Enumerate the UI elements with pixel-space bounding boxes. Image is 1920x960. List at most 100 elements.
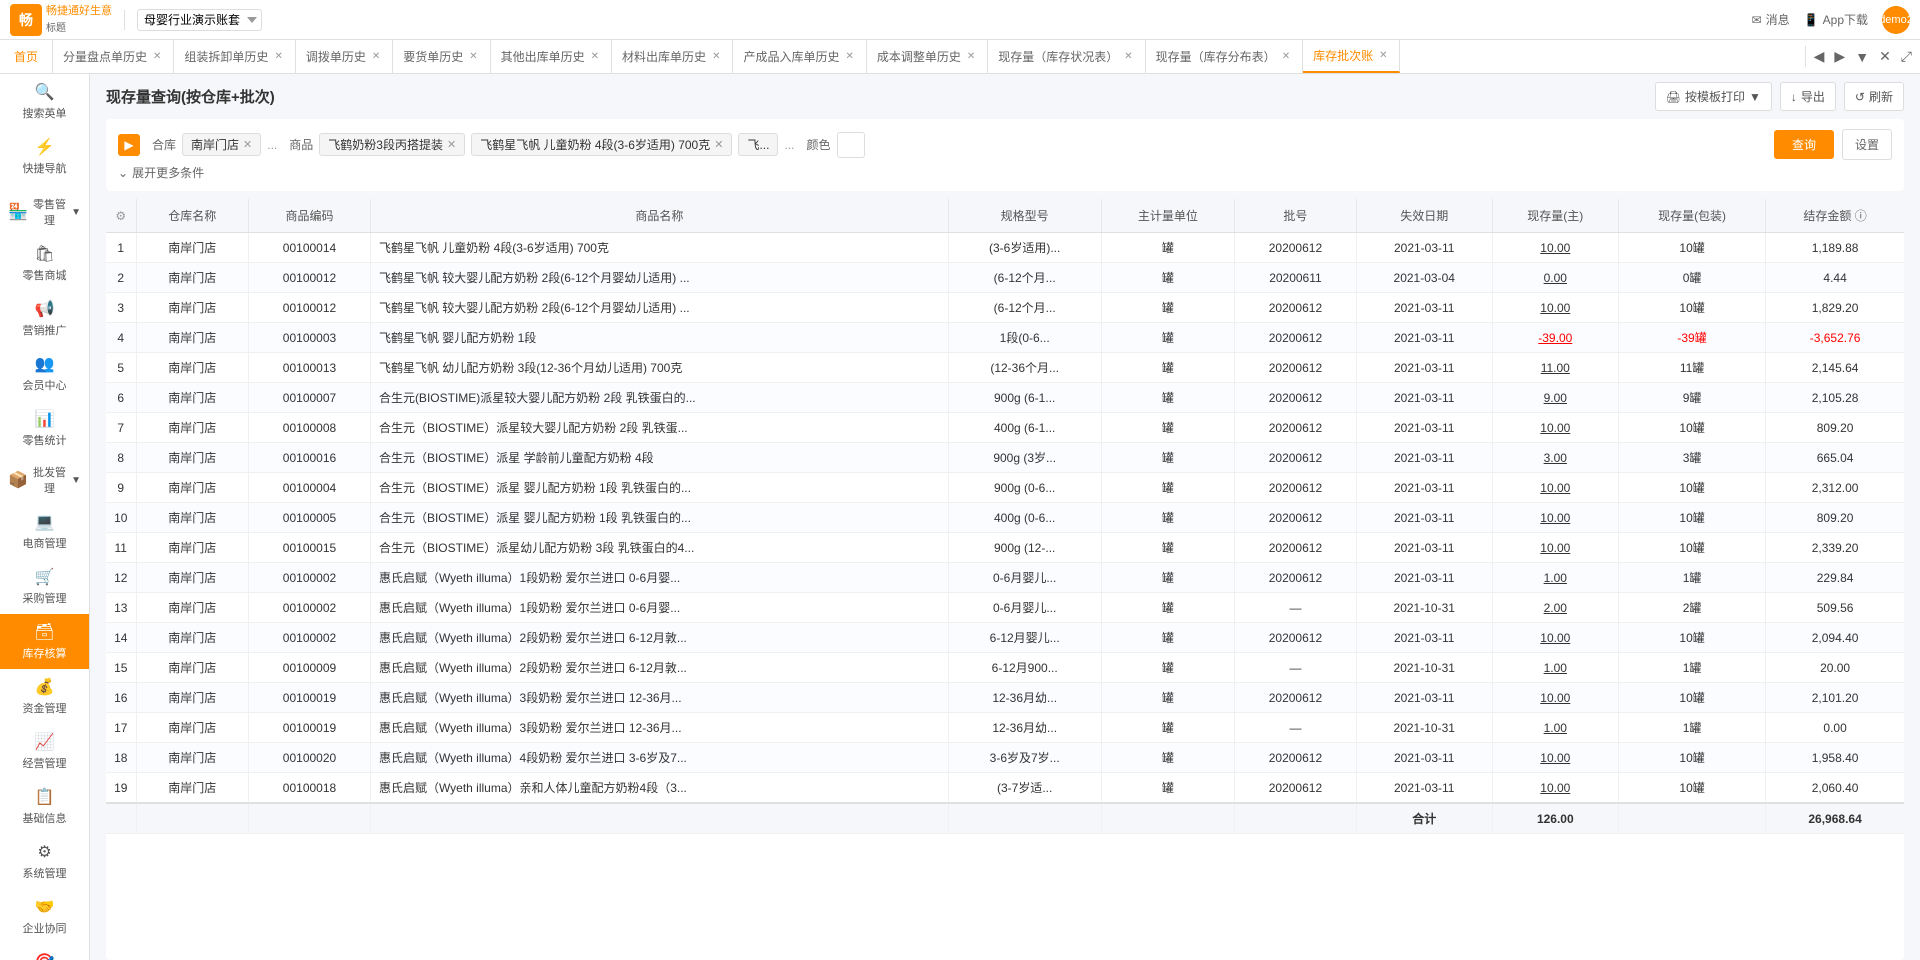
tab-inventory-dist[interactable]: 现存量（库存分布表） ✕ <box>1146 40 1303 73</box>
tab-batch-query[interactable]: 库存批次账 ✕ <box>1303 40 1400 73</box>
tab-close-icon[interactable]: ✕ <box>151 50 163 63</box>
row-qty[interactable]: 9.00 <box>1492 383 1618 413</box>
tab-prev-btn[interactable]: ◀ <box>1810 46 1829 67</box>
row-qty[interactable]: 1.00 <box>1492 713 1618 743</box>
row-qty[interactable]: 10.00 <box>1492 533 1618 563</box>
row-qty[interactable]: 10.00 <box>1492 683 1618 713</box>
sidebar-item-retail-mgmt[interactable]: 🏪 零售管理 ▼ <box>0 188 89 236</box>
tab-close-btn[interactable]: ✕ <box>1875 46 1895 67</box>
row-qty[interactable]: 10.00 <box>1492 743 1618 773</box>
product-filter-tag3[interactable]: 飞... <box>738 133 778 156</box>
query-btn[interactable]: 查询 <box>1774 130 1834 159</box>
row-warehouse: 南岸门店 <box>136 533 249 563</box>
tab-close-icon[interactable]: ✕ <box>1122 50 1134 63</box>
sidebar-item-enterprise-collab[interactable]: 🤝 企业协同 <box>0 889 89 944</box>
tab-split-history[interactable]: 分量盘点单历史 ✕ <box>53 40 174 73</box>
table-container[interactable]: ⚙ 仓库名称 商品编码 商品名称 规格型号 主计量单位 批号 失效日期 现存量(… <box>106 199 1904 960</box>
row-num: 9 <box>106 473 136 503</box>
tab-close-icon[interactable]: ✕ <box>467 50 479 63</box>
row-qty[interactable]: 0.00 <box>1492 263 1618 293</box>
sidebar-item-new-guide[interactable]: 🎯 新手引导 <box>0 944 89 960</box>
row-num: 3 <box>106 293 136 323</box>
tab-close-icon[interactable]: ✕ <box>965 50 977 63</box>
sidebar-item-system[interactable]: ⚙ 系统管理 <box>0 834 89 889</box>
ecommerce-icon: 💻 <box>35 512 55 532</box>
tab-close-icon[interactable]: ✕ <box>272 50 284 63</box>
sidebar-item-ecommerce[interactable]: 💻 电商管理 <box>0 504 89 559</box>
print-btn[interactable]: 🖨 按模板打印 ▼ <box>1655 82 1772 111</box>
messages-btn[interactable]: ✉ 消息 <box>1752 11 1790 28</box>
product-tag3-text: 飞... <box>747 136 769 153</box>
row-qty[interactable]: 1.00 <box>1492 563 1618 593</box>
sidebar-item-retail-stats[interactable]: 📊 零售统计 <box>0 401 89 456</box>
sidebar-item-wholesale-mgmt[interactable]: 📦 批发管理 ▼ <box>0 456 89 504</box>
tab-next-btn[interactable]: ▶ <box>1830 46 1849 67</box>
sidebar-item-member-center[interactable]: 👥 会员中心 <box>0 346 89 401</box>
export-btn[interactable]: ↓ 导出 <box>1780 82 1836 111</box>
row-qty[interactable]: 10.00 <box>1492 233 1618 263</box>
warehouse-filter-tag[interactable]: 南岸门店 ✕ <box>182 133 261 156</box>
product-filter-tag1[interactable]: 飞鹤奶粉3段丙搭提装 ✕ <box>319 133 465 156</box>
row-qty[interactable]: 3.00 <box>1492 443 1618 473</box>
sidebar-item-retail-store[interactable]: 🛍 零售商城 <box>0 236 89 291</box>
tab-cost-adjust-history[interactable]: 成本调整单历史 ✕ <box>867 40 988 73</box>
tab-close-icon[interactable]: ✕ <box>589 50 601 63</box>
tab-expand-btn[interactable]: ⤢ <box>1897 46 1916 67</box>
row-qty[interactable]: 2.00 <box>1492 593 1618 623</box>
row-qty[interactable]: 10.00 <box>1492 473 1618 503</box>
filter-more-btn[interactable]: ⌄ 展开更多条件 <box>118 164 1892 181</box>
tab-ask-goods-history[interactable]: 要货单历史 ✕ <box>393 40 490 73</box>
workspace-select[interactable]: 母婴行业演示账套 <box>137 9 262 31</box>
tab-transfer-history[interactable]: 调拨单历史 ✕ <box>296 40 393 73</box>
warehouse-tag-close[interactable]: ✕ <box>243 138 252 151</box>
tab-other-out-history[interactable]: 其他出库单历史 ✕ <box>491 40 612 73</box>
row-pkg: 2罐 <box>1618 593 1765 623</box>
sidebar-item-quick-nav[interactable]: ⚡ 快捷导航 <box>0 129 89 184</box>
row-qty[interactable]: 11.00 <box>1492 353 1618 383</box>
table-row: 1 南岸门店 00100014 飞鹤星飞帆 儿童奶粉 4段(3-6岁适用) 70… <box>106 233 1904 263</box>
product-filter-dots[interactable]: ... <box>784 138 794 152</box>
tab-inventory-status[interactable]: 现存量（库存状况表） ✕ <box>988 40 1145 73</box>
tab-close-icon[interactable]: ✕ <box>1377 49 1389 62</box>
tab-product-in-history[interactable]: 产成品入库单历史 ✕ <box>733 40 866 73</box>
tab-close-icon[interactable]: ✕ <box>370 50 382 63</box>
tab-home[interactable]: 首页 <box>0 40 53 73</box>
settings-btn[interactable]: 设置 <box>1842 129 1892 160</box>
row-qty[interactable]: 10.00 <box>1492 773 1618 804</box>
row-spec: 900g (0-6... <box>948 473 1101 503</box>
sidebar-item-purchase[interactable]: 🛒 采购管理 <box>0 559 89 614</box>
refresh-btn[interactable]: ↺ 刷新 <box>1844 82 1904 111</box>
filter-expand-btn[interactable]: ▶ <box>118 134 140 156</box>
row-code: 00100002 <box>249 563 371 593</box>
app-download-btn[interactable]: 📱 App下载 <box>1804 11 1868 28</box>
sidebar-item-business[interactable]: 📈 经营管理 <box>0 724 89 779</box>
avatar[interactable]: demo2 <box>1882 6 1910 34</box>
sidebar-item-basic-info[interactable]: 📋 基础信息 <box>0 779 89 834</box>
tab-close-icon[interactable]: ✕ <box>1280 50 1292 63</box>
tab-material-out-history[interactable]: 材料出库单历史 ✕ <box>612 40 733 73</box>
product-tag1-close[interactable]: ✕ <box>447 138 456 151</box>
product-tag2-close[interactable]: ✕ <box>714 138 723 151</box>
color-select[interactable] <box>837 132 865 158</box>
tab-close-icon[interactable]: ✕ <box>843 50 855 63</box>
row-code: 00100019 <box>249 683 371 713</box>
row-qty[interactable]: -39.00 <box>1492 323 1618 353</box>
warehouse-filter-dots[interactable]: ... <box>267 138 277 152</box>
row-unit: 罐 <box>1101 263 1234 293</box>
table-row: 13 南岸门店 00100002 惠氏启赋（Wyeth illuma）1段奶粉 … <box>106 593 1904 623</box>
sidebar-item-finance[interactable]: 💰 资金管理 <box>0 669 89 724</box>
sidebar-item-inventory-check[interactable]: 🗃 库存核算 <box>0 614 89 669</box>
row-qty[interactable]: 10.00 <box>1492 503 1618 533</box>
row-qty[interactable]: 10.00 <box>1492 413 1618 443</box>
sidebar-item-marketing[interactable]: 📢 营销推广 <box>0 291 89 346</box>
th-settings[interactable]: ⚙ <box>106 199 136 233</box>
row-qty[interactable]: 10.00 <box>1492 623 1618 653</box>
sidebar-item-search[interactable]: 🔍 搜索英单 <box>0 74 89 129</box>
tab-close-icon[interactable]: ✕ <box>710 50 722 63</box>
row-qty[interactable]: 1.00 <box>1492 653 1618 683</box>
row-batch: 20200612 <box>1235 353 1357 383</box>
row-qty[interactable]: 10.00 <box>1492 293 1618 323</box>
product-filter-tag2[interactable]: 飞鹤星飞帆 儿童奶粉 4段(3-6岁适用) 700克 ✕ <box>471 133 732 156</box>
tab-disassemble-history[interactable]: 组装拆卸单历史 ✕ <box>174 40 295 73</box>
tab-more-btn[interactable]: ▼ <box>1851 47 1873 67</box>
